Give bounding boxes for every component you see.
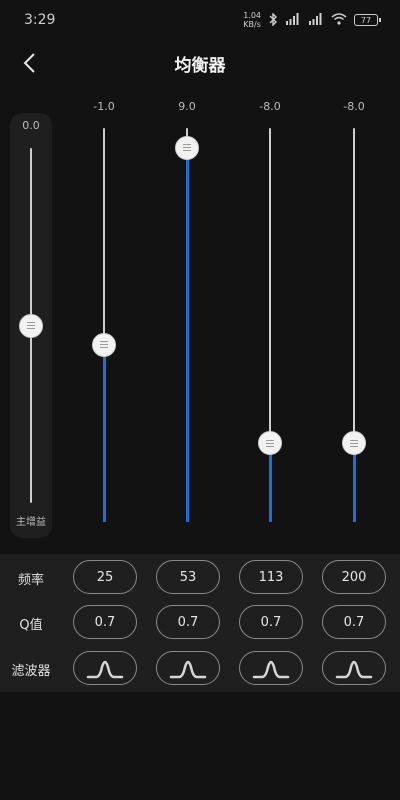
master-gain-panel: 0.0 主增益 xyxy=(10,113,52,538)
page-title: 均衡器 xyxy=(174,55,226,76)
header: 均衡器 xyxy=(0,40,400,86)
band-3-thumb[interactable] xyxy=(258,431,282,456)
q-value-1[interactable]: 0.7 xyxy=(73,605,137,639)
bell-curve-icon xyxy=(169,660,207,679)
band-3-value: -8.0 xyxy=(259,100,281,113)
band-1-thumb[interactable] xyxy=(92,332,116,357)
q-value-3[interactable]: 0.7 xyxy=(239,605,303,639)
filter-button-1[interactable] xyxy=(73,651,137,685)
signal-icon xyxy=(285,13,301,27)
band-2-fill xyxy=(185,147,189,522)
frequency-label: 频率 xyxy=(17,573,44,588)
band-4-thumb[interactable] xyxy=(342,431,366,456)
band-parameters: 频率 25 53 113 200 Q值 0.7 0.7 0.7 0.7 滤波器 xyxy=(0,554,400,692)
net-speed: 1.04 KB/s xyxy=(243,11,261,29)
band-2-value: 9.0 xyxy=(178,100,196,113)
filter-button-3[interactable] xyxy=(239,651,303,685)
frequency-value-4[interactable]: 200 xyxy=(322,560,386,594)
status-icons: 1.04 KB/s 77 xyxy=(243,11,381,29)
signal-icon-2 xyxy=(308,13,324,27)
bell-curve-icon xyxy=(335,660,373,679)
band-2-thumb[interactable] xyxy=(175,135,199,160)
band-1-value: -1.0 xyxy=(93,100,115,113)
frequency-value-2[interactable]: 53 xyxy=(156,560,220,594)
status-bar: 3:29 1.04 KB/s 77 xyxy=(0,0,400,40)
status-time: 3:29 xyxy=(24,12,56,28)
filter-button-2[interactable] xyxy=(156,651,220,685)
q-value-4[interactable]: 0.7 xyxy=(322,605,386,639)
bell-curve-icon xyxy=(252,660,290,679)
chevron-left-icon xyxy=(23,53,35,73)
bell-curve-icon xyxy=(86,660,124,679)
frequency-value-3[interactable]: 113 xyxy=(239,560,303,594)
master-gain-value: 0.0 xyxy=(22,119,40,132)
back-button[interactable] xyxy=(14,48,44,78)
bluetooth-icon xyxy=(268,11,278,28)
filter-button-4[interactable] xyxy=(322,651,386,685)
frequency-value-1[interactable]: 25 xyxy=(73,560,137,594)
battery-icon: 77 xyxy=(354,14,381,26)
wifi-icon xyxy=(331,13,347,27)
band-4-value: -8.0 xyxy=(343,100,365,113)
band-1-fill xyxy=(102,344,106,522)
q-label: Q值 xyxy=(19,618,43,633)
master-gain-label: 主增益 xyxy=(16,517,46,528)
filter-label: 滤波器 xyxy=(11,664,51,679)
master-gain-thumb[interactable] xyxy=(19,313,43,338)
q-value-2[interactable]: 0.7 xyxy=(156,605,220,639)
